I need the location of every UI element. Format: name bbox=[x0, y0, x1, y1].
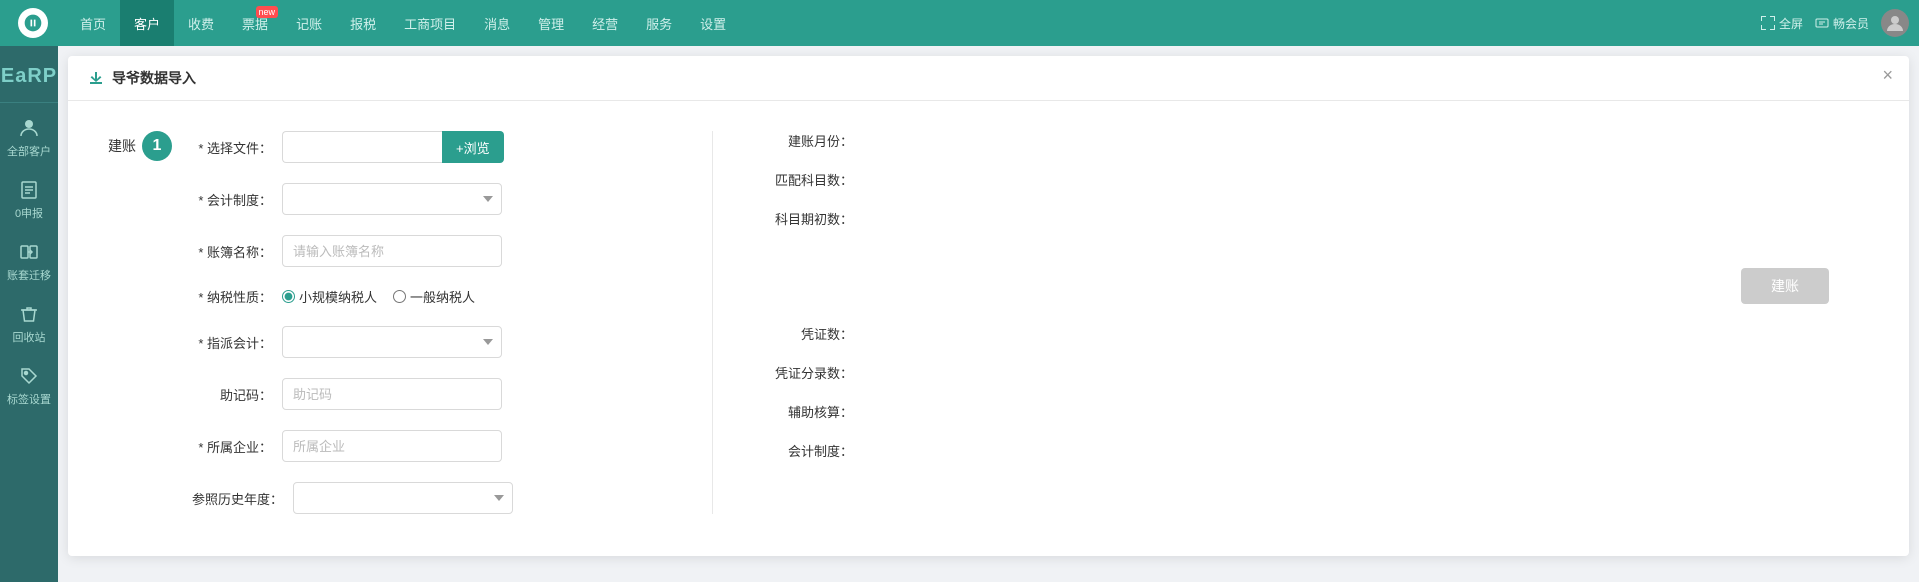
ledger-name-input[interactable] bbox=[282, 235, 502, 267]
build-account-button[interactable]: 建账 bbox=[1741, 268, 1829, 304]
subjects-init-row: 科目期初数： bbox=[773, 209, 1869, 228]
nav-fee[interactable]: 收费 bbox=[174, 0, 228, 46]
content-area: 导爷数据导入 × 建账 1 * 选择文件： bbox=[58, 46, 1919, 582]
nav-tax[interactable]: 报税 bbox=[336, 0, 390, 46]
accounting-system-select[interactable] bbox=[282, 183, 502, 215]
aux-calc-row: 辅助核算： bbox=[773, 402, 1869, 421]
app-logo bbox=[10, 0, 56, 46]
top-nav: 首页 客户 收费 票据 new 记账 报税 工商项目 消息 管理 经营 服务 设… bbox=[0, 0, 1919, 46]
history-year-row: 参照历史年度： bbox=[192, 482, 692, 514]
ledger-name-label: * 账簿名称： bbox=[192, 242, 272, 261]
nav-bar: 首页 客户 收费 票据 new 记账 报税 工商项目 消息 管理 经营 服务 设… bbox=[66, 0, 1761, 46]
voucher-entries-label: 凭证分录数： bbox=[773, 363, 853, 382]
nav-invoice[interactable]: 票据 new bbox=[228, 0, 282, 46]
history-year-select[interactable] bbox=[293, 482, 513, 514]
build-month-row: 建账月份： bbox=[773, 131, 1869, 150]
browse-button[interactable]: +浏览 bbox=[442, 131, 504, 163]
file-label: * 选择文件： bbox=[192, 138, 272, 157]
form-right: 建账月份： 匹配科目数： 科目期初数： 建账 凭证 bbox=[733, 131, 1869, 514]
tax-option1-label[interactable]: 小规模纳税人 bbox=[282, 287, 377, 306]
nav-customer[interactable]: 客户 bbox=[120, 0, 174, 46]
nav-settings[interactable]: 设置 bbox=[686, 0, 740, 46]
company-label: * 所属企业： bbox=[192, 437, 272, 456]
tax-nature-label: * 纳税性质： bbox=[192, 287, 272, 306]
dialog-header: 导爷数据导入 bbox=[68, 56, 1909, 101]
nav-bookkeeping[interactable]: 记账 bbox=[282, 0, 336, 46]
tag-icon bbox=[18, 365, 40, 387]
build-month-label: 建账月份： bbox=[773, 131, 853, 150]
nav-operation[interactable]: 经营 bbox=[578, 0, 632, 46]
nav-business[interactable]: 工商项目 bbox=[390, 0, 470, 46]
new-badge: new bbox=[256, 6, 279, 18]
ledger-name-row: * 账簿名称： bbox=[192, 235, 692, 267]
tax-nature-radio-group: 小规模纳税人 一般纳税人 bbox=[282, 287, 475, 306]
accounting-sys-label: 会计制度： bbox=[773, 441, 853, 460]
nav-manage[interactable]: 管理 bbox=[524, 0, 578, 46]
match-subjects-label: 匹配科目数： bbox=[773, 170, 853, 189]
tax-option1-radio[interactable] bbox=[282, 290, 295, 303]
memo-label: 助记码： bbox=[192, 385, 272, 404]
memo-input[interactable] bbox=[282, 378, 502, 410]
tax-option2-label[interactable]: 一般纳税人 bbox=[393, 287, 475, 306]
sidebar-item-trash[interactable]: 回收站 bbox=[0, 293, 58, 355]
accounting-sys-row: 会计制度： bbox=[773, 441, 1869, 460]
trash-icon bbox=[18, 303, 40, 325]
subjects-init-label: 科目期初数： bbox=[773, 209, 853, 228]
dialog-title: 导爷数据导入 bbox=[112, 68, 196, 88]
memo-row: 助记码： bbox=[192, 378, 692, 410]
report-icon bbox=[18, 179, 40, 201]
main-layout: EaRP 全部客户 0申报 账套迁移 回收站 bbox=[0, 46, 1919, 582]
dialog-container: 导爷数据导入 × 建账 1 * 选择文件： bbox=[68, 56, 1909, 556]
accountant-select[interactable] bbox=[282, 326, 502, 358]
earp-label: EaRP bbox=[1, 66, 57, 86]
nav-right: 全屏 畅会员 bbox=[1761, 9, 1909, 37]
form-left: * 选择文件： +浏览 * 会计制度： bbox=[192, 131, 692, 514]
import-icon bbox=[88, 70, 104, 86]
dialog-close-button[interactable]: × bbox=[1882, 66, 1893, 84]
sidebar-item-tags[interactable]: 标签设置 bbox=[0, 355, 58, 417]
file-input[interactable] bbox=[282, 131, 442, 163]
accountant-label: * 指派会计： bbox=[192, 333, 272, 352]
company-row: * 所属企业： bbox=[192, 430, 692, 462]
company-input[interactable] bbox=[282, 430, 502, 462]
accountant-row: * 指派会计： bbox=[192, 326, 692, 358]
history-year-label: 参照历史年度： bbox=[192, 489, 283, 508]
nav-message[interactable]: 消息 bbox=[470, 0, 524, 46]
step-badge: 1 bbox=[142, 131, 172, 161]
aux-calc-label: 辅助核算： bbox=[773, 402, 853, 421]
user-icon bbox=[18, 117, 40, 139]
build-account-label: 建账 bbox=[108, 136, 136, 156]
tax-nature-row: * 纳税性质： 小规模纳税人 一般纳税人 bbox=[192, 287, 692, 306]
nav-home[interactable]: 首页 bbox=[66, 0, 120, 46]
vouchers-row: 凭证数： bbox=[773, 324, 1869, 343]
sidebar-item-all-customers[interactable]: 全部客户 bbox=[0, 107, 58, 169]
accounting-system-row: * 会计制度： bbox=[192, 183, 692, 215]
fullscreen-btn[interactable]: 全屏 bbox=[1761, 15, 1803, 32]
vertical-divider bbox=[712, 131, 713, 514]
voucher-entries-row: 凭证分录数： bbox=[773, 363, 1869, 382]
sidebar-item-zero-report[interactable]: 0申报 bbox=[0, 169, 58, 231]
tax-option2-radio[interactable] bbox=[393, 290, 406, 303]
match-subjects-row: 匹配科目数： bbox=[773, 170, 1869, 189]
vouchers-label: 凭证数： bbox=[773, 324, 853, 343]
migrate-icon bbox=[18, 241, 40, 263]
nav-service[interactable]: 服务 bbox=[632, 0, 686, 46]
accounting-system-label: * 会计制度： bbox=[192, 190, 272, 209]
file-input-row: +浏览 bbox=[282, 131, 504, 163]
sidebar-item-migrate[interactable]: 账套迁移 bbox=[0, 231, 58, 293]
form-area: 建账 1 * 选择文件： +浏览 bbox=[68, 101, 1909, 544]
file-select-row: * 选择文件： +浏览 bbox=[192, 131, 692, 163]
user-avatar[interactable] bbox=[1881, 9, 1909, 37]
sidebar-logo: EaRP bbox=[0, 56, 58, 103]
sidebar: EaRP 全部客户 0申报 账套迁移 回收站 bbox=[0, 46, 58, 582]
member-btn[interactable]: 畅会员 bbox=[1815, 15, 1869, 32]
